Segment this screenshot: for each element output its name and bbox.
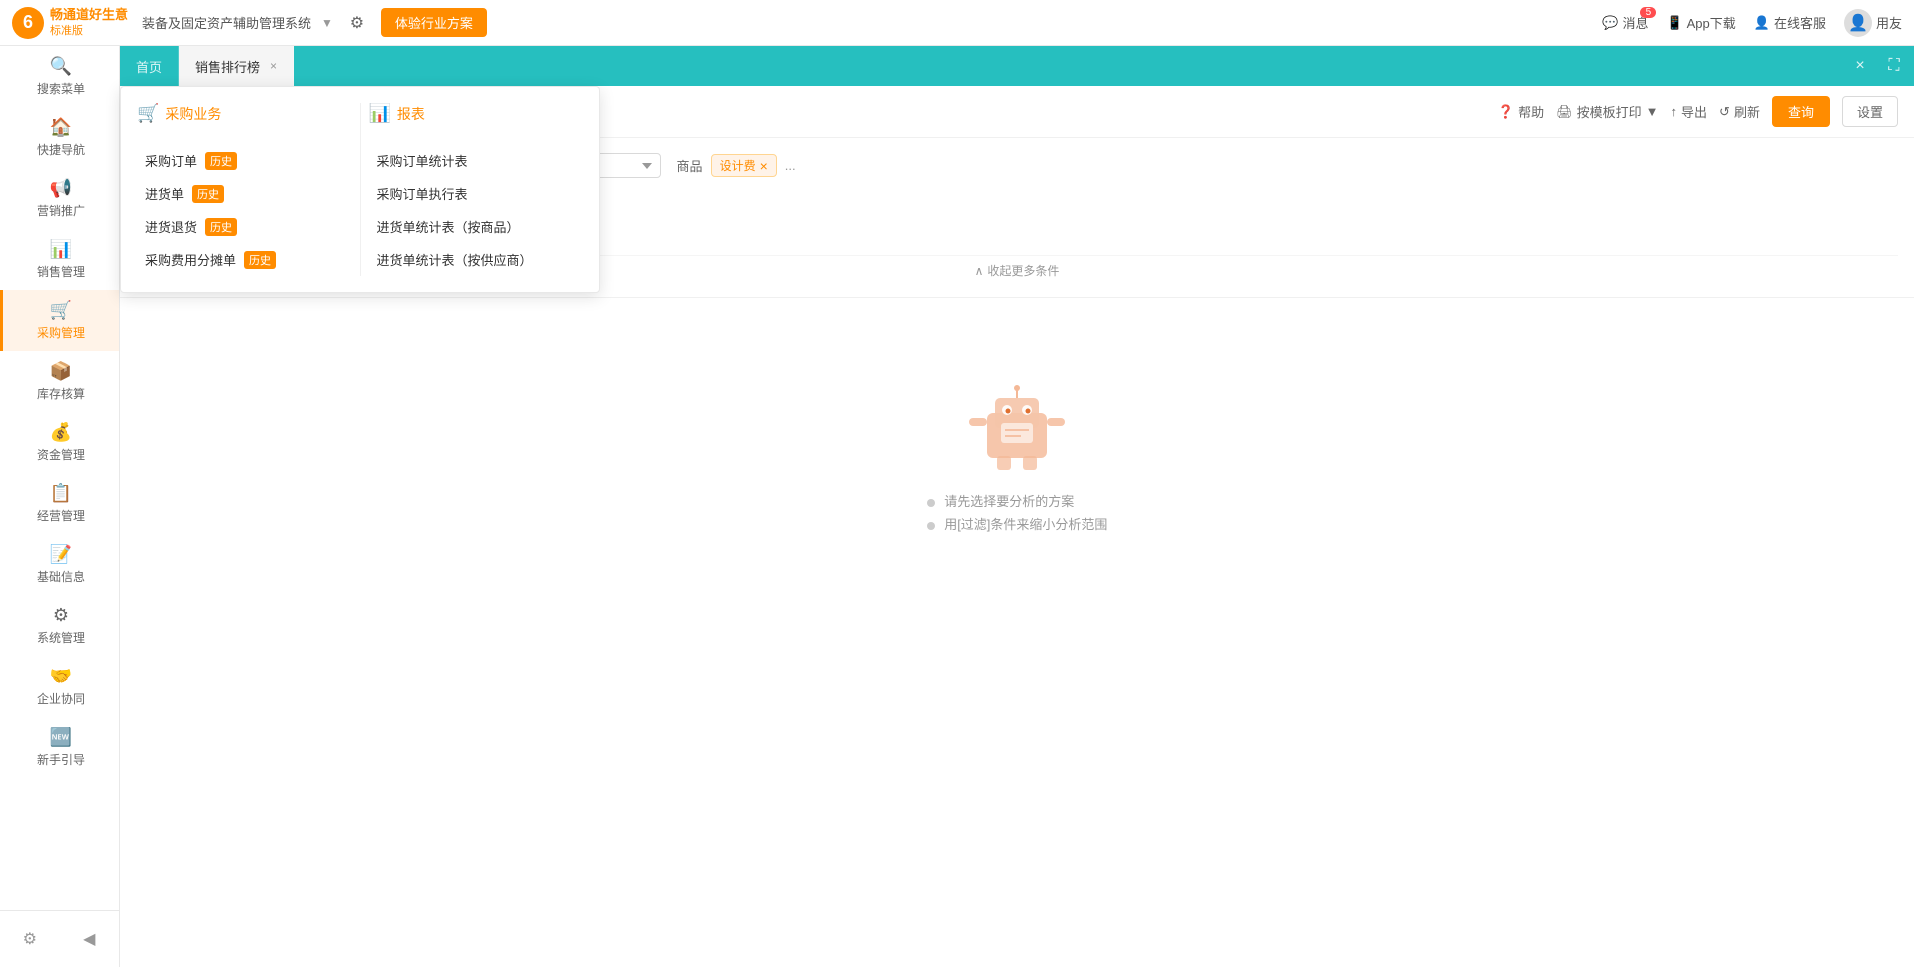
menu-inbound-stats-goods[interactable]: 进货单统计表（按商品） — [369, 210, 584, 243]
menu-inbound-badge: 历史 — [192, 185, 224, 203]
menu-inbound[interactable]: 进货单 历史 — [137, 177, 352, 210]
purchase-dropdown-menu: 🛒 采购业务 采购订单 历史 进货单 历史 进货退货 历史 采购费用分摊单 历史 — [120, 86, 600, 293]
menu-purchase-order-label: 采购订单 — [145, 151, 197, 170]
purchase-col-icon: 🛒 — [137, 103, 159, 124]
dropdown-cols: 🛒 采购业务 采购订单 历史 进货单 历史 进货退货 历史 采购费用分摊单 历史 — [137, 103, 583, 276]
report-col-title-text: 报表 — [397, 104, 425, 124]
menu-purchase-cost[interactable]: 采购费用分摊单 历史 — [137, 243, 352, 276]
menu-inbound-label: 进货单 — [145, 184, 184, 203]
menu-purchase-order-exec[interactable]: 采购订单执行表 — [369, 177, 584, 210]
menu-purchase-order-badge: 历史 — [205, 152, 237, 170]
dropdown-col-report-title: 📊 报表 — [369, 103, 584, 132]
menu-inbound-return-label: 进货退货 — [145, 217, 197, 236]
purchase-col-title-text: 采购业务 — [165, 104, 221, 124]
menu-inbound-return-badge: 历史 — [205, 218, 237, 236]
menu-inbound-return[interactable]: 进货退货 历史 — [137, 210, 352, 243]
menu-inbound-stats-goods-label: 进货单统计表（按商品） — [377, 217, 520, 236]
menu-inbound-stats-supplier-label: 进货单统计表（按供应商） — [377, 250, 533, 269]
menu-purchase-order[interactable]: 采购订单 历史 — [137, 144, 352, 177]
menu-purchase-order-stats-label: 采购订单统计表 — [377, 151, 468, 170]
dropdown-col-report: 📊 报表 采购订单统计表 采购订单执行表 进货单统计表（按商品） 进货单统计表（… — [361, 103, 584, 276]
menu-inbound-stats-supplier[interactable]: 进货单统计表（按供应商） — [369, 243, 584, 276]
menu-purchase-order-stats[interactable]: 采购订单统计表 — [369, 144, 584, 177]
menu-purchase-cost-label: 采购费用分摊单 — [145, 250, 236, 269]
menu-purchase-order-exec-label: 采购订单执行表 — [377, 184, 468, 203]
menu-purchase-cost-badge: 历史 — [244, 251, 276, 269]
report-col-icon: 📊 — [369, 103, 391, 124]
dropdown-col-purchase: 🛒 采购业务 采购订单 历史 进货单 历史 进货退货 历史 采购费用分摊单 历史 — [137, 103, 361, 276]
dropdown-col-purchase-title: 🛒 采购业务 — [137, 103, 352, 132]
